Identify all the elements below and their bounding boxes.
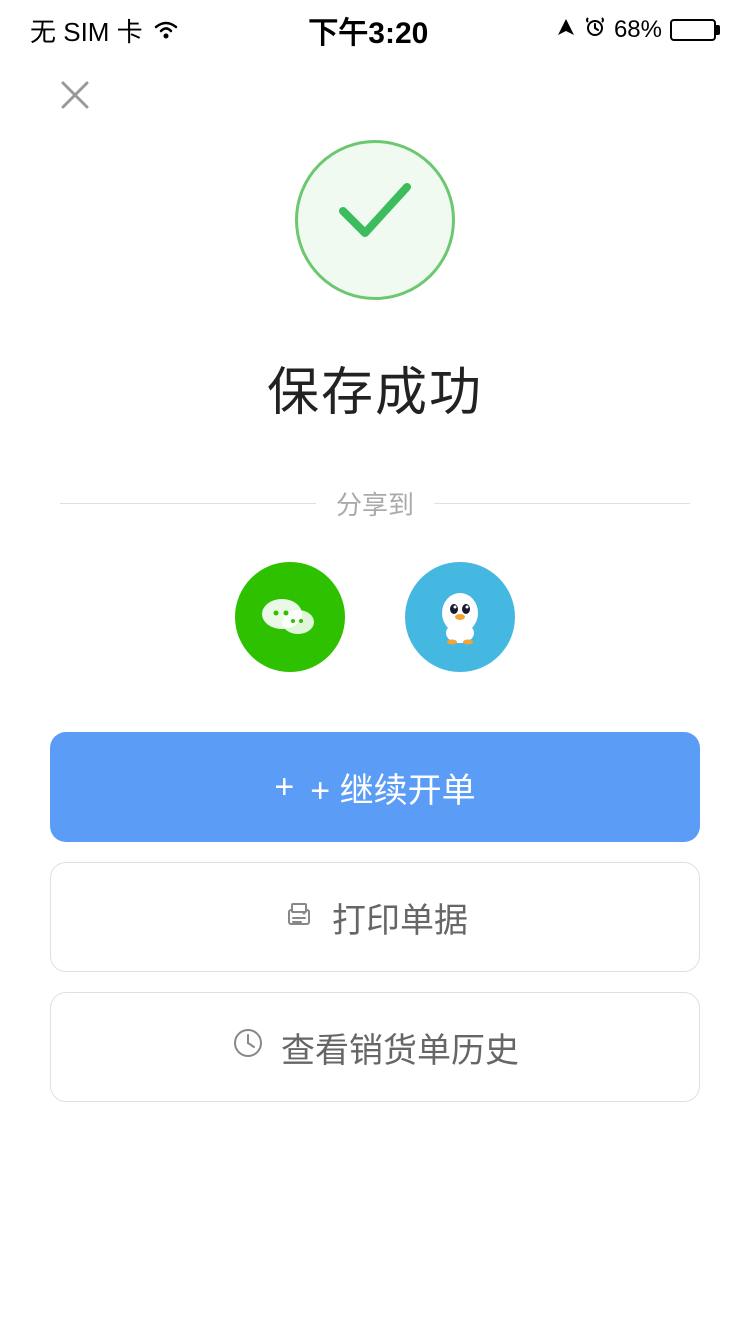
battery-percentage: 68% <box>614 16 662 44</box>
plus-icon: + <box>274 768 294 807</box>
clock-icon <box>231 1026 265 1069</box>
print-receipt-button[interactable]: 打印单据 <box>50 862 700 972</box>
status-bar: 无 SIM 卡 下午3:20 68% <box>0 0 750 60</box>
share-icons <box>235 562 515 672</box>
checkmark-icon <box>335 175 415 258</box>
qq-share-button[interactable] <box>405 562 515 672</box>
divider-line-left <box>60 503 316 504</box>
print-receipt-label: 打印单据 <box>332 893 468 942</box>
battery-icon <box>670 19 720 41</box>
status-left: 无 SIM 卡 <box>30 12 181 49</box>
share-label: 分享到 <box>316 485 434 522</box>
alarm-icon <box>584 16 606 45</box>
view-history-label: 查看销货单历史 <box>281 1023 519 1072</box>
status-time: 下午3:20 <box>308 8 428 52</box>
wifi-icon <box>151 15 181 46</box>
divider-line-right <box>434 503 690 504</box>
continue-order-button[interactable]: + + 继续开单 <box>50 732 700 842</box>
location-icon <box>556 16 576 44</box>
printer-icon <box>282 896 316 939</box>
success-circle <box>295 140 455 300</box>
main-content: 保存成功 分享到 <box>0 60 750 1102</box>
action-buttons: + + 继续开单 打印单据 <box>0 732 750 1102</box>
continue-order-label: + 继续开单 <box>310 763 475 812</box>
share-divider: 分享到 <box>0 485 750 522</box>
close-button[interactable] <box>50 70 100 120</box>
carrier-text: 无 SIM 卡 <box>30 12 143 49</box>
wechat-share-button[interactable] <box>235 562 345 672</box>
view-history-button[interactable]: 查看销货单历史 <box>50 992 700 1102</box>
success-title: 保存成功 <box>267 350 483 425</box>
share-section: 分享到 <box>0 485 750 672</box>
status-right: 68% <box>556 16 720 45</box>
